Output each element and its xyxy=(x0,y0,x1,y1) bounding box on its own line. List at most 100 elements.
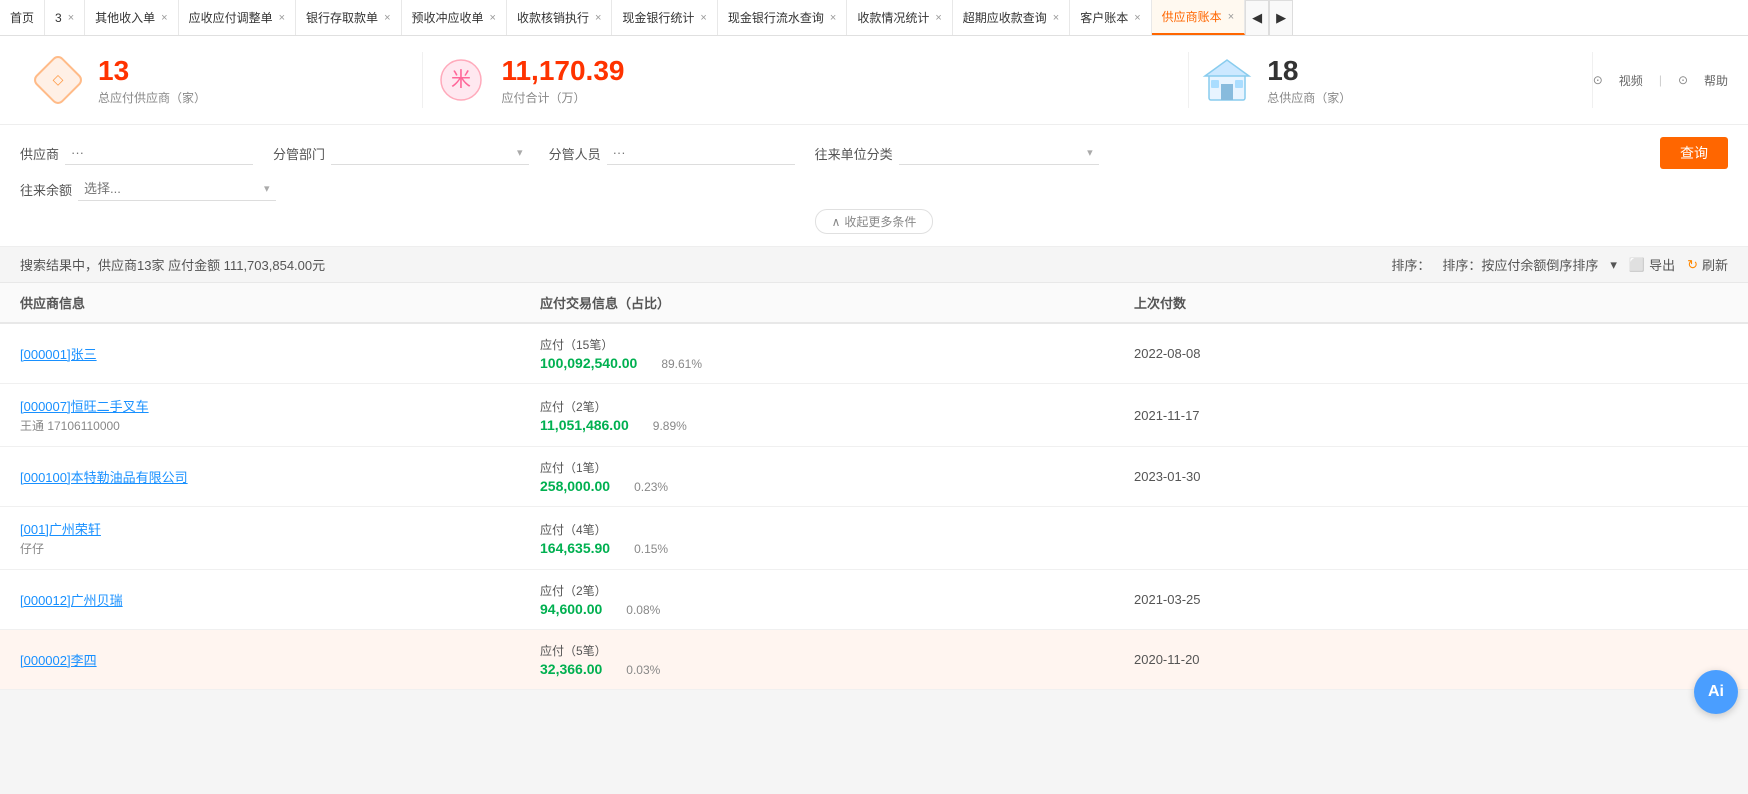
export-icon: ⬜ xyxy=(1629,257,1645,273)
pay-percent: 0.08% xyxy=(626,603,660,617)
pay-amount[interactable]: 32,366.00 xyxy=(540,661,602,677)
nav-tab-supplier-book[interactable]: 供应商账本 × xyxy=(1152,0,1245,35)
category-input[interactable] xyxy=(905,145,1083,160)
close-icon[interactable]: × xyxy=(1053,12,1059,24)
nav-tab-bank-label: 银行存取款单 xyxy=(306,9,378,26)
filter-person: 分管人员 xyxy=(549,141,795,165)
supplier-link[interactable]: [000002]李四 xyxy=(20,653,97,668)
nav-tab-cash-stats-label: 现金银行统计 xyxy=(622,9,694,26)
supplier-input[interactable] xyxy=(71,145,247,160)
ai-button[interactable]: Ai xyxy=(1694,670,1738,714)
dept-input[interactable] xyxy=(337,145,513,160)
nav-tab-payment-stats[interactable]: 收款情况统计 × xyxy=(847,0,952,35)
video-link[interactable]: 视频 xyxy=(1619,72,1643,89)
nav-tab-collection-label: 收款核销执行 xyxy=(517,9,589,26)
balance-dropdown-arrow[interactable]: ▾ xyxy=(264,182,270,195)
last-pay-cell: 2020-11-20 xyxy=(1134,652,1728,667)
nav-tab-advance[interactable]: 预收冲应收单 × xyxy=(402,0,507,35)
nav-tab-other-income[interactable]: 其他收入单 × xyxy=(85,0,178,35)
close-icon[interactable]: × xyxy=(279,12,285,24)
export-button[interactable]: ⬜ 导出 xyxy=(1629,255,1675,274)
export-label: 导出 xyxy=(1649,255,1675,274)
pay-amount[interactable]: 258,000.00 xyxy=(540,478,610,494)
collapse-button[interactable]: ∧ 收起更多条件 xyxy=(815,209,934,234)
supplier-link[interactable]: [000007]恒旺二手叉车 xyxy=(20,399,149,414)
nav-prev-arrow[interactable]: ◀ xyxy=(1245,0,1269,36)
person-input-wrapper[interactable] xyxy=(607,141,795,165)
stat-card-total-suppliers: 18 总供应商（家） xyxy=(1189,52,1592,108)
close-icon[interactable]: × xyxy=(935,12,941,24)
supplier-link[interactable]: [000100]本特勒油品有限公司 xyxy=(20,470,188,485)
nav-tab-customer-book[interactable]: 客户账本 × xyxy=(1070,0,1151,35)
collapse-label: 收起更多条件 xyxy=(844,213,916,230)
nav-tab-adjustment[interactable]: 应收应付调整单 × xyxy=(179,0,296,35)
nav-tab-other-income-label: 其他收入单 xyxy=(95,9,155,26)
nav-tab-cash-stats[interactable]: 现金银行统计 × xyxy=(612,0,717,35)
video-icon: ⊙ xyxy=(1593,73,1603,87)
pay-percent: 0.23% xyxy=(634,480,668,494)
person-input[interactable] xyxy=(613,145,789,160)
stat-card-1-text: 13 总应付供应商（家） xyxy=(98,54,206,107)
close-icon[interactable]: × xyxy=(1228,11,1234,23)
pay-amount[interactable]: 164,635.90 xyxy=(540,540,610,556)
pay-info-cell: 应付（15笔） 100,092,540.00 89.61% xyxy=(540,336,1134,371)
table-body: [000001]张三 应付（15笔） 100,092,540.00 89.61%… xyxy=(0,324,1748,690)
pay-amount[interactable]: 100,092,540.00 xyxy=(540,355,637,371)
stat-card-suppliers: ◇ 13 总应付供应商（家） xyxy=(20,52,423,108)
close-icon[interactable]: × xyxy=(68,12,74,24)
collapse-bar: ∧ 收起更多条件 xyxy=(20,209,1728,234)
stat-label-total-suppliers: 总供应商（家） xyxy=(1267,89,1351,106)
stat-value-total-payable: 11,170.39 xyxy=(501,54,624,88)
dept-input-wrapper[interactable]: ▾ xyxy=(331,141,529,165)
nav-tab-overdue[interactable]: 超期应收款查询 × xyxy=(953,0,1070,35)
pay-label: 应付（2笔） xyxy=(540,398,1134,415)
supplier-link[interactable]: [000001]张三 xyxy=(20,347,97,362)
sort-select[interactable]: 排序：按应付余额倒序排序 xyxy=(1442,255,1598,274)
supplier-link[interactable]: [001]广州荣轩 xyxy=(20,522,101,537)
top-navigation: 首页 3 × 其他收入单 × 应收应付调整单 × 银行存取款单 × 预收冲应收单… xyxy=(0,0,1748,36)
nav-next-arrow[interactable]: ▶ xyxy=(1269,0,1293,36)
query-button[interactable]: 查询 xyxy=(1660,137,1728,169)
pay-amount[interactable]: 11,051,486.00 xyxy=(540,417,629,433)
nav-tab-home[interactable]: 首页 xyxy=(0,0,45,35)
svg-text:◇: ◇ xyxy=(53,71,64,87)
help-link[interactable]: 帮助 xyxy=(1704,72,1728,89)
filter-supplier: 供应商 xyxy=(20,141,253,165)
stat-card-3-text: 18 总供应商（家） xyxy=(1267,54,1351,107)
filter-dept: 分管部门 ▾ xyxy=(273,141,529,165)
nav-tab-bank[interactable]: 银行存取款单 × xyxy=(296,0,401,35)
pay-info-cell: 应付（5笔） 32,366.00 0.03% xyxy=(540,642,1134,677)
category-input-wrapper[interactable]: ▾ xyxy=(899,141,1099,165)
balance-input[interactable] xyxy=(84,181,260,196)
filter-category-label: 往来单位分类 xyxy=(815,144,893,163)
pay-label: 应付（15笔） xyxy=(540,336,1134,353)
close-icon[interactable]: × xyxy=(595,12,601,24)
close-icon[interactable]: × xyxy=(161,12,167,24)
nav-tab-cash-flow[interactable]: 现金银行流水查询 × xyxy=(718,0,847,35)
filter-row-2: 往来余额 ▾ xyxy=(20,177,1728,201)
supplier-input-wrapper[interactable] xyxy=(65,141,253,165)
last-pay-cell: 2023-01-30 xyxy=(1134,469,1728,484)
nav-tab-3-label: 3 xyxy=(55,11,62,25)
close-icon[interactable]: × xyxy=(384,12,390,24)
close-icon[interactable]: × xyxy=(1134,12,1140,24)
stat-value-total-suppliers: 18 xyxy=(1267,54,1351,88)
category-dropdown-arrow[interactable]: ▾ xyxy=(1087,146,1093,159)
col-last-pay: 上次付数 xyxy=(1134,293,1728,312)
close-icon[interactable]: × xyxy=(700,12,706,24)
close-icon[interactable]: × xyxy=(490,12,496,24)
pay-amount[interactable]: 94,600.00 xyxy=(540,601,602,617)
nav-tab-collection[interactable]: 收款核销执行 × xyxy=(507,0,612,35)
col-supplier-info: 供应商信息 xyxy=(20,293,540,312)
supplier-link[interactable]: [000012]广州贝瑞 xyxy=(20,593,123,608)
stat-right-links: ⊙ 视频 | ⊙ 帮助 xyxy=(1593,72,1728,89)
nav-tab-3[interactable]: 3 × xyxy=(45,0,85,35)
pay-row: 164,635.90 0.15% xyxy=(540,540,1134,556)
dept-dropdown-arrow[interactable]: ▾ xyxy=(517,146,523,159)
refresh-icon: ↻ xyxy=(1687,257,1698,273)
supplier-sub: 仔仔 xyxy=(20,540,540,557)
refresh-button[interactable]: ↻ 刷新 xyxy=(1687,255,1728,274)
sort-arrow[interactable]: ▾ xyxy=(1610,257,1617,273)
balance-input-wrapper[interactable]: ▾ xyxy=(78,177,276,201)
close-icon[interactable]: × xyxy=(830,12,836,24)
